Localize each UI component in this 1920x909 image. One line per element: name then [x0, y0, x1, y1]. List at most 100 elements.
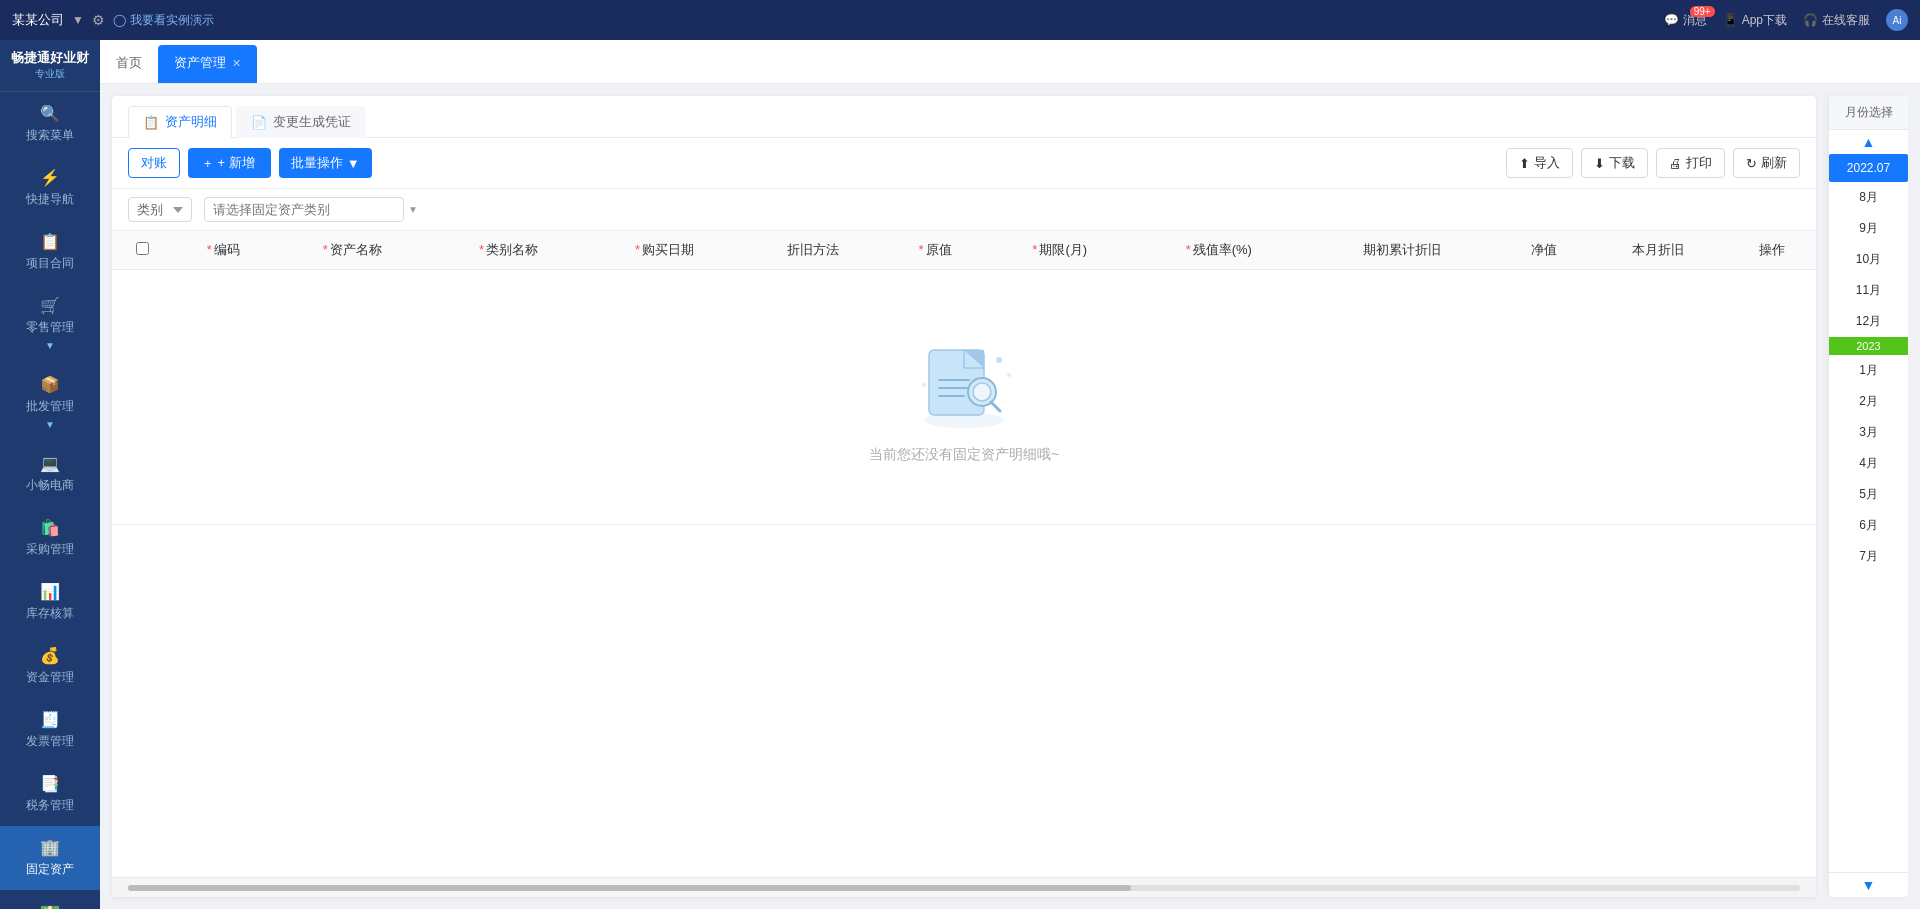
- svg-point-10: [1007, 373, 1011, 377]
- sidebar: 畅捷通好业财 专业版 🔍 搜索菜单 ⚡ 快捷导航 📋 项目合同 🛒 零售管理 ▼…: [0, 40, 100, 909]
- sub-tab-asset-detail[interactable]: 📋 资产明细: [128, 106, 232, 138]
- invoice-icon: 🧾: [40, 710, 60, 729]
- import-icon: ⬆: [1519, 156, 1530, 171]
- app-title: 畅捷通好业财: [8, 50, 92, 67]
- tab-home[interactable]: 首页: [100, 45, 158, 83]
- payroll-icon: 💵: [40, 902, 60, 909]
- horizontal-scrollbar[interactable]: [128, 885, 1800, 891]
- col-name: *资产名称: [274, 231, 430, 270]
- add-button[interactable]: + + 新增: [188, 148, 271, 178]
- main-layout: 畅捷通好业财 专业版 🔍 搜索菜单 ⚡ 快捷导航 📋 项目合同 🛒 零售管理 ▼…: [0, 40, 1920, 909]
- col-monthly-depreciation: 本月折旧: [1587, 231, 1728, 270]
- sub-tab-bar: 📋 资产明细 📄 变更生成凭证: [112, 96, 1816, 138]
- svg-point-7: [973, 383, 991, 401]
- sidebar-item-ecommerce[interactable]: 💻 小畅电商: [0, 442, 100, 506]
- sub-tab-change-voucher[interactable]: 📄 变更生成凭证: [236, 106, 366, 138]
- bottom-bar: [112, 877, 1816, 897]
- sidebar-item-tax[interactable]: 📑 税务管理: [0, 762, 100, 826]
- import-button[interactable]: ⬆ 导入: [1506, 148, 1573, 178]
- message-button[interactable]: 💬 消息 99+: [1664, 12, 1707, 29]
- message-icon: 💬: [1664, 13, 1679, 27]
- app-download-button[interactable]: 📱 App下载: [1723, 12, 1787, 29]
- refresh-button[interactable]: ↻ 刷新: [1733, 148, 1800, 178]
- sidebar-item-quick-nav[interactable]: ⚡ 快捷导航: [0, 156, 100, 220]
- sidebar-item-finance[interactable]: 💰 资金管理: [0, 634, 100, 698]
- tab-close-icon[interactable]: ✕: [232, 57, 241, 70]
- col-period-months: *期限(月): [986, 231, 1133, 270]
- online-service-button[interactable]: 🎧 在线客服: [1803, 12, 1870, 29]
- retail-icon: 🛒: [40, 296, 60, 315]
- sidebar-item-purchase-mgmt[interactable]: 🛍️ 采购管理: [0, 506, 100, 570]
- purchase-icon: 🛍️: [40, 518, 60, 537]
- month-nav-down[interactable]: ▼: [1829, 872, 1908, 897]
- refresh-icon: ↻: [1746, 156, 1757, 171]
- print-icon: 🖨: [1669, 156, 1682, 171]
- month-item-9[interactable]: 9月: [1829, 213, 1908, 244]
- sidebar-item-wholesale-mgmt[interactable]: 📦 批发管理 ▼: [0, 363, 100, 442]
- month-item-2[interactable]: 2月: [1829, 386, 1908, 417]
- sidebar-item-retail-mgmt[interactable]: 🛒 零售管理 ▼: [0, 284, 100, 363]
- svg-point-11: [922, 383, 926, 387]
- page-content: 📋 资产明细 📄 变更生成凭证 对账 + + 新增: [100, 84, 1920, 909]
- user-avatar[interactable]: Ai: [1886, 9, 1908, 31]
- month-item-3[interactable]: 3月: [1829, 417, 1908, 448]
- col-depreciation-method: 折旧方法: [743, 231, 884, 270]
- category-select[interactable]: 类别: [128, 197, 192, 222]
- month-nav-up[interactable]: ▲: [1829, 130, 1908, 154]
- sidebar-item-search[interactable]: 🔍 搜索菜单: [0, 92, 100, 156]
- sidebar-item-fixed-assets[interactable]: 🏢 固定资产: [0, 826, 100, 890]
- change-voucher-icon: 📄: [251, 115, 267, 130]
- service-icon: 🎧: [1803, 13, 1818, 27]
- batch-operation-button[interactable]: 批量操作 ▼: [279, 148, 372, 178]
- filter-bar: 类别 ▼: [112, 189, 1816, 231]
- col-checkbox: [112, 231, 172, 270]
- toolbar: 对账 + + 新增 批量操作 ▼ ⬆ 导入: [112, 138, 1816, 189]
- sidebar-item-inventory[interactable]: 📊 库存核算: [0, 570, 100, 634]
- download-button[interactable]: ⬇ 下载: [1581, 148, 1648, 178]
- scrollbar-thumb[interactable]: [128, 885, 1131, 891]
- empty-state-row: 当前您还没有固定资产明细哦~: [112, 270, 1816, 525]
- month-item-11[interactable]: 11月: [1829, 275, 1908, 306]
- company-dropdown-icon[interactable]: ▼: [72, 13, 84, 27]
- month-item-10[interactable]: 10月: [1829, 244, 1908, 275]
- month-current[interactable]: 2022.07: [1829, 154, 1908, 182]
- quicknav-icon: ⚡: [40, 168, 60, 187]
- month-item-7[interactable]: 7月: [1829, 541, 1908, 572]
- demo-link[interactable]: 我要看实例演示: [113, 12, 214, 29]
- empty-illustration: [904, 330, 1024, 430]
- fixed-assets-icon: 🏢: [40, 838, 60, 857]
- month-item-12[interactable]: 12月: [1829, 306, 1908, 337]
- col-purchase-date: *购买日期: [587, 231, 743, 270]
- month-panel: 月份选择 ▲ 2022.07 8月 9月 10月 11月 12月 2023 1月…: [1828, 96, 1908, 897]
- svg-line-8: [991, 402, 1000, 411]
- select-all-checkbox[interactable]: [136, 242, 149, 255]
- category-dropdown-icon[interactable]: ▼: [408, 204, 418, 215]
- message-badge: 99+: [1690, 6, 1715, 17]
- asset-category-input[interactable]: [204, 197, 404, 222]
- company-name: 某某公司: [12, 11, 64, 29]
- project-icon: 📋: [40, 232, 60, 251]
- top-bar-left: 某某公司 ▼ ⚙ 我要看实例演示: [12, 11, 214, 29]
- sidebar-item-project-contract[interactable]: 📋 项目合同: [0, 220, 100, 284]
- col-residual-rate: *残值率(%): [1133, 231, 1304, 270]
- tax-icon: 📑: [40, 774, 60, 793]
- month-item-6[interactable]: 6月: [1829, 510, 1908, 541]
- main-panel: 📋 资产明细 📄 变更生成凭证 对账 + + 新增: [112, 96, 1816, 897]
- table-header-row: *编码 *资产名称 *类别名称 *购买日期 折旧方法 *原值 *期限(月) *残…: [112, 231, 1816, 270]
- sidebar-item-invoice[interactable]: 🧾 发票管理: [0, 698, 100, 762]
- settings-icon[interactable]: ⚙: [92, 12, 105, 28]
- asset-table: *编码 *资产名称 *类别名称 *购买日期 折旧方法 *原值 *期限(月) *残…: [112, 231, 1816, 525]
- month-item-1[interactable]: 1月: [1829, 355, 1908, 386]
- wholesale-icon: 📦: [40, 375, 60, 394]
- reconcile-button[interactable]: 对账: [128, 148, 180, 178]
- download-icon: ⬇: [1594, 156, 1605, 171]
- month-item-8[interactable]: 8月: [1829, 182, 1908, 213]
- month-item-5[interactable]: 5月: [1829, 479, 1908, 510]
- sidebar-item-payroll[interactable]: 💵 工资: [0, 890, 100, 909]
- inventory-icon: 📊: [40, 582, 60, 601]
- print-button[interactable]: 🖨 打印: [1656, 148, 1725, 178]
- year-marker-2023: 2023: [1829, 337, 1908, 355]
- app-subtitle: 专业版: [8, 67, 92, 81]
- tab-asset-mgmt[interactable]: 资产管理 ✕: [158, 45, 257, 83]
- month-item-4[interactable]: 4月: [1829, 448, 1908, 479]
